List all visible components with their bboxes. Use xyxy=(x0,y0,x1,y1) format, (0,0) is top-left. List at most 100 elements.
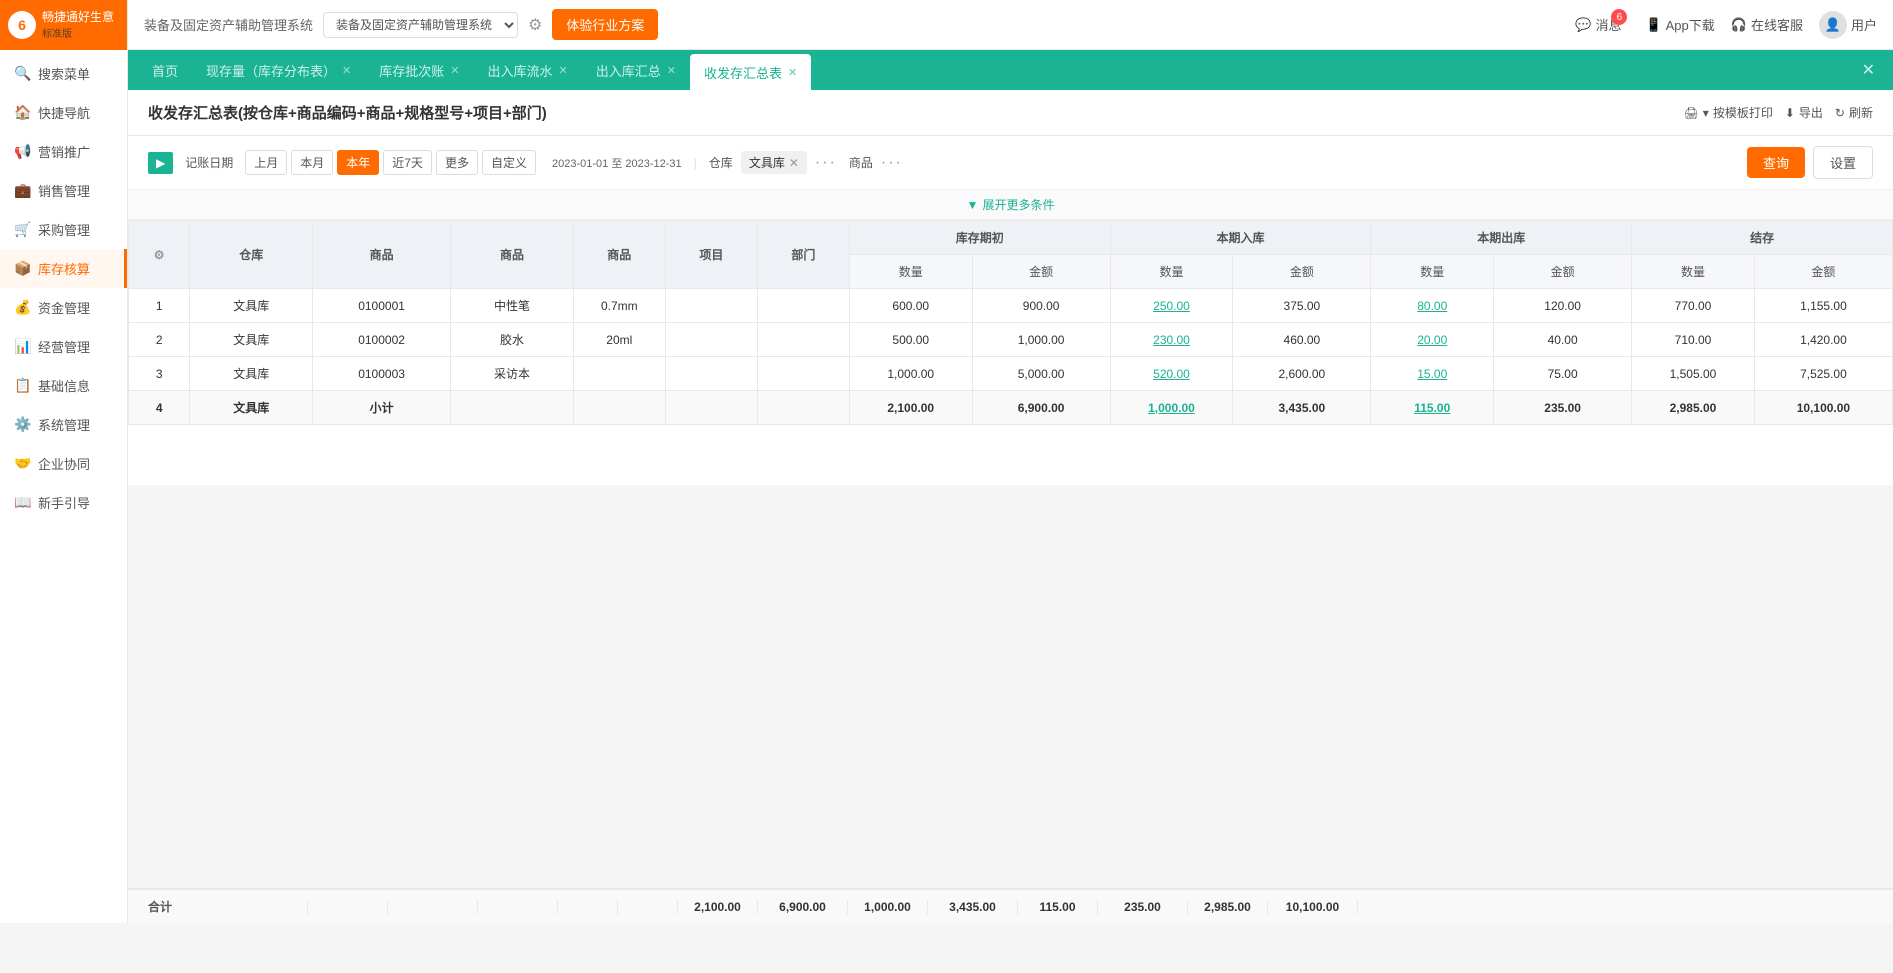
app-download-button[interactable]: 📱 App下载 xyxy=(1645,15,1714,34)
tab-batch[interactable]: 库存批次账 ✕ xyxy=(365,50,473,90)
sidebar-item-collab[interactable]: 🤝 企业协同 xyxy=(0,444,127,483)
sidebar-label-basic: 基础信息 xyxy=(38,376,90,395)
sidebar-item-basic[interactable]: 📋 基础信息 xyxy=(0,366,127,405)
tab-close-batch[interactable]: ✕ xyxy=(450,64,459,77)
row2-out-qty[interactable]: 20.00 xyxy=(1371,323,1494,357)
sidebar-item-nav[interactable]: 🏠 快捷导航 xyxy=(0,93,127,132)
row2-project xyxy=(665,323,757,357)
col-in-amt-header: 金额 xyxy=(1233,255,1371,289)
tab-inventory-dist[interactable]: 现存量（库存分布表） ✕ xyxy=(192,50,365,90)
row2-in-amt: 460.00 xyxy=(1233,323,1371,357)
warehouse-tag-close-button[interactable]: ✕ xyxy=(789,156,799,170)
filter-divider-1: | xyxy=(694,156,697,170)
sidebar-item-finance[interactable]: 💰 资金管理 xyxy=(0,288,127,327)
logo-icon: 6 xyxy=(8,11,36,39)
topbar-left: 装备及固定资产辅助管理系统 装备及固定资产辅助管理系统 ⚙ 体验行业方案 xyxy=(144,9,658,40)
sidebar-item-operations[interactable]: 📊 经营管理 xyxy=(0,327,127,366)
expand-conditions-button[interactable]: ▼ 展开更多条件 xyxy=(967,196,1055,213)
sidebar-item-purchase[interactable]: 🛒 采购管理 xyxy=(0,210,127,249)
tab-receipt-summary[interactable]: 收发存汇总表 ✕ xyxy=(690,54,811,90)
footer-total-init-qty: 2,100.00 xyxy=(678,900,758,914)
subtotal-in-qty[interactable]: 1,000.00 xyxy=(1110,391,1233,425)
tab-close-inout-summary[interactable]: ✕ xyxy=(667,64,676,77)
sidebar-item-sales[interactable]: 💼 销售管理 xyxy=(0,171,127,210)
row2-in-qty[interactable]: 230.00 xyxy=(1110,323,1233,357)
date-btn-last-month[interactable]: 上月 xyxy=(245,150,287,175)
date-btn-7days[interactable]: 近7天 xyxy=(383,150,432,175)
row3-out-qty[interactable]: 15.00 xyxy=(1371,357,1494,391)
row1-init-qty: 600.00 xyxy=(849,289,972,323)
home-icon: 🏠 xyxy=(14,104,30,121)
trial-button[interactable]: 体验行业方案 xyxy=(552,9,658,40)
warehouse-tag-value: 文具库 xyxy=(749,154,785,171)
expand-arrow-icon: ▼ xyxy=(967,198,979,212)
date-btn-this-month[interactable]: 本月 xyxy=(291,150,333,175)
online-service-button[interactable]: 🎧 在线客服 xyxy=(1731,15,1803,34)
subtotal-col3 xyxy=(451,391,574,425)
gear-icon[interactable]: ⚙ xyxy=(528,15,542,35)
tab-batch-label: 库存批次账 xyxy=(379,61,444,80)
row1-bal-qty: 770.00 xyxy=(1632,289,1755,323)
column-settings-icon[interactable]: ⚙ xyxy=(154,248,165,262)
sidebar-item-guide[interactable]: 📖 新手引导 xyxy=(0,483,127,522)
tab-inout-flow[interactable]: 出入库流水 ✕ xyxy=(473,50,581,90)
tab-close-inout-flow[interactable]: ✕ xyxy=(559,64,568,77)
print-dropdown-icon: ▾ xyxy=(1703,106,1709,120)
sidebar-nav: 🔍 搜索菜单 🏠 快捷导航 📢 营销推广 💼 销售管理 🛒 采购管理 📦 库存核… xyxy=(0,50,127,526)
user-label: 用户 xyxy=(1851,15,1877,34)
row1-in-qty[interactable]: 250.00 xyxy=(1110,289,1233,323)
filter-collapse-button[interactable]: ▶ xyxy=(148,152,173,174)
col-in-header: 本期入库 xyxy=(1110,221,1371,255)
subtotal-index: 4 xyxy=(129,391,190,425)
export-icon: ⬇ xyxy=(1785,106,1795,120)
system-select[interactable]: 装备及固定资产辅助管理系统 xyxy=(323,12,518,38)
sidebar-item-system[interactable]: ⚙️ 系统管理 xyxy=(0,405,127,444)
tab-inout-flow-label: 出入库流水 xyxy=(487,61,552,80)
row3-init-amt: 5,000.00 xyxy=(972,357,1110,391)
row1-out-qty[interactable]: 80.00 xyxy=(1371,289,1494,323)
tab-close-inventory-dist[interactable]: ✕ xyxy=(342,64,351,77)
query-button[interactable]: 查询 xyxy=(1747,147,1805,178)
date-btn-this-year[interactable]: 本年 xyxy=(337,150,379,175)
refresh-button[interactable]: ↻ 刷新 xyxy=(1835,104,1873,121)
row2-bal-qty: 710.00 xyxy=(1632,323,1755,357)
logo-title: 畅捷通好生意 xyxy=(42,10,114,26)
footer-spacer-5 xyxy=(558,900,618,914)
sidebar-label-sales: 销售管理 xyxy=(38,181,90,200)
filter-warehouse: 仓库 文具库 ✕ ··· xyxy=(709,151,837,174)
sidebar-item-marketing[interactable]: 📢 营销推广 xyxy=(0,132,127,171)
app-download-label: App下载 xyxy=(1666,15,1715,34)
subtotal-label: 小计 xyxy=(313,391,451,425)
row3-in-amt: 2,600.00 xyxy=(1233,357,1371,391)
row2-bal-amt: 1,420.00 xyxy=(1754,323,1892,357)
row1-index: 1 xyxy=(129,289,190,323)
goods-more-button[interactable]: ··· xyxy=(881,154,903,172)
tab-home[interactable]: 首页 xyxy=(138,50,192,90)
main-content: 首页 现存量（库存分布表） ✕ 库存批次账 ✕ 出入库流水 ✕ 出入库汇总 ✕ … xyxy=(128,50,1893,485)
subtotal-out-qty[interactable]: 115.00 xyxy=(1371,391,1494,425)
date-btn-custom[interactable]: 自定义 xyxy=(482,150,536,175)
date-btn-more[interactable]: 更多 xyxy=(436,150,478,175)
col-bal-qty-header: 数量 xyxy=(1632,255,1755,289)
export-label: 导出 xyxy=(1799,104,1823,121)
row1-dept xyxy=(757,289,849,323)
refresh-icon: ↻ xyxy=(1835,106,1845,120)
row3-in-qty[interactable]: 520.00 xyxy=(1110,357,1233,391)
export-button[interactable]: ⬇ 导出 xyxy=(1785,104,1823,121)
close-all-tabs-button[interactable]: ✕ xyxy=(1854,60,1883,80)
tab-close-receipt-summary[interactable]: ✕ xyxy=(788,66,797,79)
tab-home-label: 首页 xyxy=(152,61,178,80)
message-button[interactable]: 💬 消息 6 xyxy=(1575,15,1621,34)
user-button[interactable]: 👤 用户 xyxy=(1819,11,1877,39)
row3-project xyxy=(665,357,757,391)
warehouse-more-button[interactable]: ··· xyxy=(815,154,837,172)
setting-button[interactable]: 设置 xyxy=(1813,146,1873,179)
sidebar-item-search[interactable]: 🔍 搜索菜单 xyxy=(0,54,127,93)
sidebar-item-inventory[interactable]: 📦 库存核算 xyxy=(0,249,127,288)
print-button[interactable]: 🖨 ▾ 按模板打印 xyxy=(1684,104,1773,121)
message-icon: 💬 xyxy=(1575,17,1591,33)
finance-icon: 💰 xyxy=(14,299,30,316)
row2-out-amt: 40.00 xyxy=(1494,323,1632,357)
col-name-header: 商品 xyxy=(451,221,574,289)
tab-inout-summary[interactable]: 出入库汇总 ✕ xyxy=(582,50,690,90)
